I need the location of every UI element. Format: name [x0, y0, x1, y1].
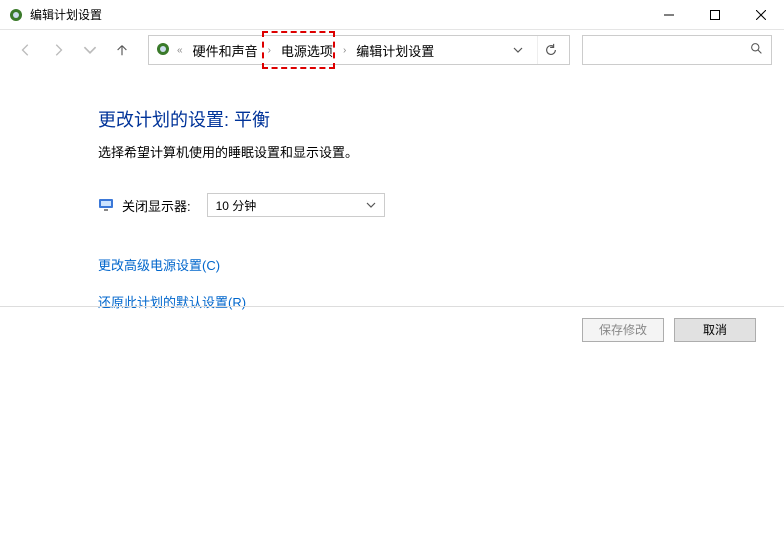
control-panel-icon: [155, 41, 171, 60]
window-title: 编辑计划设置: [30, 6, 646, 23]
search-box[interactable]: [582, 35, 772, 65]
maximize-button[interactable]: [692, 0, 738, 30]
breadcrumb-overflow-icon[interactable]: «: [177, 45, 183, 56]
chevron-down-icon: [366, 200, 376, 210]
up-button[interactable]: [108, 36, 136, 64]
page-title: 更改计划的设置: 平衡: [98, 106, 784, 132]
breadcrumb-power-options[interactable]: 电源选项: [277, 39, 337, 62]
nav-row: « 硬件和声音 › 电源选项 › 编辑计划设置: [0, 30, 784, 70]
app-icon: [8, 7, 24, 23]
cancel-button[interactable]: 取消: [674, 318, 756, 342]
link-advanced-power-settings[interactable]: 更改高级电源设置(C): [98, 255, 784, 274]
content-area: 更改计划的设置: 平衡 选择希望计算机使用的睡眠设置和显示设置。 关闭显示器: …: [0, 70, 784, 311]
monitor-icon: [98, 197, 114, 213]
refresh-button[interactable]: [537, 36, 563, 64]
setting-turn-off-display: 关闭显示器: 10 分钟: [98, 193, 784, 217]
back-button[interactable]: [12, 36, 40, 64]
turn-off-display-value: 10 分钟: [216, 197, 257, 214]
search-icon[interactable]: [750, 42, 763, 58]
turn-off-display-select[interactable]: 10 分钟: [207, 193, 385, 217]
chevron-right-icon: ›: [343, 45, 346, 56]
recent-dropdown[interactable]: [76, 36, 104, 64]
close-button[interactable]: [738, 0, 784, 30]
save-button[interactable]: 保存修改: [582, 318, 664, 342]
search-input[interactable]: [591, 43, 750, 57]
forward-button[interactable]: [44, 36, 72, 64]
bottom-bar: 保存修改 取消: [0, 306, 784, 352]
chevron-right-icon: ›: [268, 45, 271, 56]
address-bar[interactable]: « 硬件和声音 › 电源选项 › 编辑计划设置: [148, 35, 570, 65]
titlebar: 编辑计划设置: [0, 0, 784, 30]
turn-off-display-label: 关闭显示器:: [122, 196, 191, 215]
minimize-button[interactable]: [646, 0, 692, 30]
page-subtext: 选择希望计算机使用的睡眠设置和显示设置。: [98, 142, 784, 161]
address-dropdown[interactable]: [505, 45, 531, 55]
breadcrumb-edit-plan[interactable]: 编辑计划设置: [352, 39, 438, 62]
breadcrumb-hardware-sound[interactable]: 硬件和声音: [189, 39, 262, 62]
